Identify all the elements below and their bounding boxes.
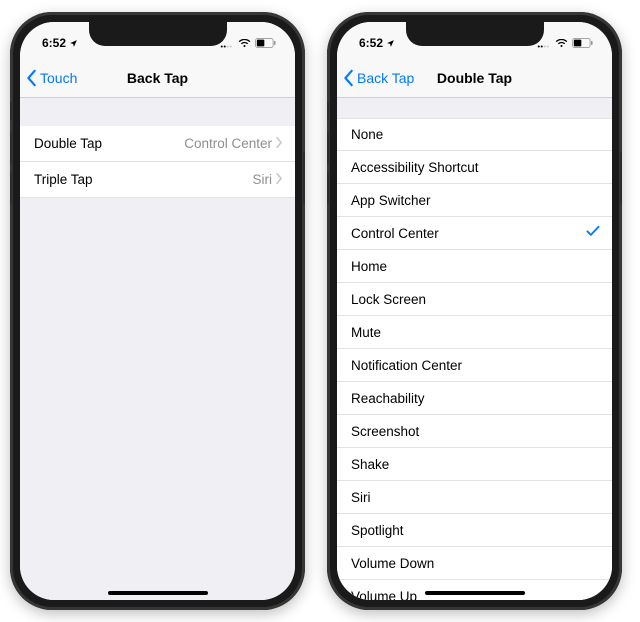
option-row-accessibility-shortcut[interactable]: Accessibility Shortcut <box>337 151 612 184</box>
location-icon <box>69 39 78 48</box>
option-row-spotlight[interactable]: Spotlight <box>337 514 612 547</box>
location-icon <box>386 39 395 48</box>
option-row-mute[interactable]: Mute <box>337 316 612 349</box>
nav-bar: Touch Back Tap <box>20 58 295 98</box>
wifi-icon <box>238 39 251 48</box>
option-label: Home <box>351 259 600 274</box>
option-label: Lock Screen <box>351 292 600 307</box>
row-triple-tap[interactable]: Triple Tap Siri <box>20 162 295 198</box>
option-row-control-center[interactable]: Control Center <box>337 217 612 250</box>
volume-down-button <box>327 172 329 204</box>
content-left: Double Tap Control Center Triple Tap Sir… <box>20 98 295 600</box>
status-right <box>220 38 277 48</box>
option-row-volume-down[interactable]: Volume Down <box>337 547 612 580</box>
row-label: Double Tap <box>34 136 184 151</box>
chevron-right-icon <box>276 136 283 151</box>
screen-right: 6:52 Back Tap Double Tap None Accessibili… <box>337 22 612 600</box>
group-gap <box>337 98 612 118</box>
option-label: None <box>351 127 600 142</box>
silence-switch <box>327 102 329 120</box>
content-right[interactable]: None Accessibility Shortcut App Switcher Co… <box>337 98 612 600</box>
power-button <box>620 152 622 204</box>
home-indicator[interactable] <box>108 591 208 595</box>
status-time: 6:52 <box>359 36 383 50</box>
option-row-reachability[interactable]: Reachability <box>337 382 612 415</box>
option-row-app-switcher[interactable]: App Switcher <box>337 184 612 217</box>
checkmark-icon <box>586 224 600 242</box>
back-label: Back Tap <box>357 70 414 86</box>
volume-down-button <box>10 172 12 204</box>
back-button[interactable]: Touch <box>20 69 77 87</box>
option-row-notification-center[interactable]: Notification Center <box>337 349 612 382</box>
status-right <box>537 38 594 48</box>
power-button <box>303 152 305 204</box>
silence-switch <box>10 102 12 120</box>
status-left: 6:52 <box>359 36 395 50</box>
notch <box>406 22 544 46</box>
status-left: 6:52 <box>42 36 78 50</box>
phone-right: 6:52 Back Tap Double Tap None Accessibili… <box>327 12 622 610</box>
chevron-left-icon <box>343 69 355 87</box>
option-label: App Switcher <box>351 193 600 208</box>
option-label: Screenshot <box>351 424 600 439</box>
option-label: Siri <box>351 490 600 505</box>
volume-up-button <box>327 132 329 164</box>
option-label: Control Center <box>351 226 586 241</box>
screen-left: 6:52 Touch Back Tap Double Tap Control C… <box>20 22 295 600</box>
row-value: Siri <box>253 172 273 187</box>
option-row-siri[interactable]: Siri <box>337 481 612 514</box>
option-label: Reachability <box>351 391 600 406</box>
option-label: Shake <box>351 457 600 472</box>
phone-left: 6:52 Touch Back Tap Double Tap Control C… <box>10 12 305 610</box>
back-label: Touch <box>40 70 77 86</box>
option-label: Accessibility Shortcut <box>351 160 600 175</box>
option-label: Spotlight <box>351 523 600 538</box>
row-value: Control Center <box>184 136 272 151</box>
battery-icon <box>255 38 277 48</box>
row-double-tap[interactable]: Double Tap Control Center <box>20 126 295 162</box>
options-list: None Accessibility Shortcut App Switcher Co… <box>337 118 612 600</box>
option-row-shake[interactable]: Shake <box>337 448 612 481</box>
group-gap <box>20 98 295 126</box>
option-row-home[interactable]: Home <box>337 250 612 283</box>
option-row-screenshot[interactable]: Screenshot <box>337 415 612 448</box>
chevron-right-icon <box>276 172 283 187</box>
option-row-lock-screen[interactable]: Lock Screen <box>337 283 612 316</box>
battery-icon <box>572 38 594 48</box>
notch <box>89 22 227 46</box>
nav-bar: Back Tap Double Tap <box>337 58 612 98</box>
status-time: 6:52 <box>42 36 66 50</box>
wifi-icon <box>555 39 568 48</box>
row-label: Triple Tap <box>34 172 253 187</box>
volume-up-button <box>10 132 12 164</box>
back-button[interactable]: Back Tap <box>337 69 414 87</box>
option-label: Volume Down <box>351 556 600 571</box>
option-row-volume-up[interactable]: Volume Up <box>337 580 612 600</box>
option-label: Mute <box>351 325 600 340</box>
chevron-left-icon <box>26 69 38 87</box>
option-row-none[interactable]: None <box>337 118 612 151</box>
home-indicator[interactable] <box>425 591 525 595</box>
option-label: Notification Center <box>351 358 600 373</box>
